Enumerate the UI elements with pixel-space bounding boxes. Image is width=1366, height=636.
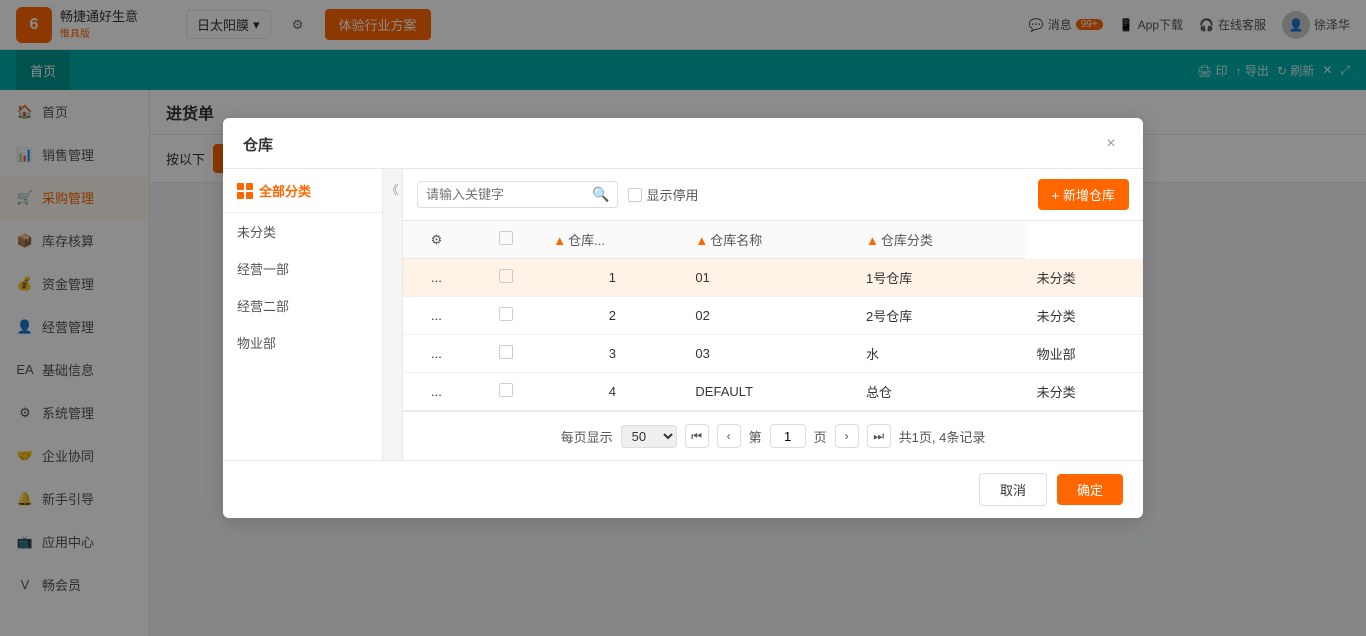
cancel-btn[interactable]: 取消 <box>979 473 1047 506</box>
col-code: ▲仓库... <box>541 221 683 259</box>
row-code: 03 <box>683 335 854 373</box>
row-actions: ... <box>403 297 470 335</box>
table-panel: 🔍 显示停用 + 新增仓库 ⚙ <box>403 169 1143 460</box>
row-num: 3 <box>541 335 683 373</box>
row-name: 水 <box>854 335 1025 373</box>
show-disabled-checkbox[interactable] <box>628 188 642 202</box>
table-header: ⚙ ▲仓库... ▲仓库名称 ▲仓库分类 <box>403 221 1143 259</box>
category-all[interactable]: 全部分类 <box>223 169 382 213</box>
pagination: 每页显示 50 100 200 ⏮ ‹ 第 页 › ⏭ 共1页, 4条记录 <box>403 411 1143 460</box>
row-num: 4 <box>541 373 683 411</box>
search-icon[interactable]: 🔍 <box>592 186 609 203</box>
modal-close-btn[interactable]: × <box>1099 132 1123 156</box>
modal-overlay: 仓库 × 全部分类 未分类 经营一部 经营二部 物业部 《 <box>0 0 1366 636</box>
row-actions: ... <box>403 259 470 297</box>
row-check[interactable] <box>470 259 541 297</box>
search-box: 🔍 <box>417 181 618 208</box>
category-item-dept2[interactable]: 经营二部 <box>223 287 382 324</box>
prev-page-btn[interactable]: ‹ <box>717 424 741 448</box>
category-item-unclassified[interactable]: 未分类 <box>223 213 382 250</box>
row-code: 02 <box>683 297 854 335</box>
row-check[interactable] <box>470 373 541 411</box>
warehouse-modal: 仓库 × 全部分类 未分类 经营一部 经营二部 物业部 《 <box>223 118 1143 518</box>
table-toolbar: 🔍 显示停用 + 新增仓库 <box>403 169 1143 221</box>
category-item-dept1[interactable]: 经营一部 <box>223 250 382 287</box>
table-row[interactable]: ... 3 03 水 物业部 <box>403 335 1143 373</box>
table-scroll: ⚙ ▲仓库... ▲仓库名称 ▲仓库分类 ... 1 01 1号仓库 未分类 <box>403 221 1143 411</box>
next-page-btn[interactable]: › <box>835 424 859 448</box>
row-name: 1号仓库 <box>854 259 1025 297</box>
row-check[interactable] <box>470 335 541 373</box>
col-check <box>470 221 541 259</box>
last-page-btn[interactable]: ⏭ <box>867 424 891 448</box>
show-disabled-label[interactable]: 显示停用 <box>628 185 698 204</box>
table-row[interactable]: ... 4 DEFAULT 总仓 未分类 <box>403 373 1143 411</box>
row-actions: ... <box>403 373 470 411</box>
page-size-select[interactable]: 50 100 200 <box>621 425 677 448</box>
page-input[interactable] <box>770 424 806 448</box>
row-code: DEFAULT <box>683 373 854 411</box>
col-name: ▲仓库名称 <box>683 221 854 259</box>
row-check[interactable] <box>470 297 541 335</box>
table-row[interactable]: ... 2 02 2号仓库 未分类 <box>403 297 1143 335</box>
row-name: 总仓 <box>854 373 1025 411</box>
modal-title: 仓库 <box>243 134 273 155</box>
modal-footer: 取消 确定 <box>223 460 1143 518</box>
row-actions: ... <box>403 335 470 373</box>
add-warehouse-btn[interactable]: + 新增仓库 <box>1038 179 1129 210</box>
row-num: 2 <box>541 297 683 335</box>
confirm-btn[interactable]: 确定 <box>1057 474 1123 505</box>
row-num: 1 <box>541 259 683 297</box>
row-category: 未分类 <box>1025 259 1143 297</box>
row-name: 2号仓库 <box>854 297 1025 335</box>
search-input[interactable] <box>426 187 586 202</box>
modal-header: 仓库 × <box>223 118 1143 169</box>
category-collapse-btn[interactable]: 《 <box>383 169 403 460</box>
grid-icon <box>237 183 253 199</box>
category-panel: 全部分类 未分类 经营一部 经营二部 物业部 <box>223 169 383 460</box>
page-info: 共1页, 4条记录 <box>899 427 986 446</box>
row-code: 01 <box>683 259 854 297</box>
category-item-property[interactable]: 物业部 <box>223 324 382 361</box>
table-row[interactable]: ... 1 01 1号仓库 未分类 <box>403 259 1143 297</box>
row-category: 未分类 <box>1025 297 1143 335</box>
row-category: 未分类 <box>1025 373 1143 411</box>
col-settings: ⚙ <box>403 221 470 259</box>
first-page-btn[interactable]: ⏮ <box>685 424 709 448</box>
warehouse-table: ⚙ ▲仓库... ▲仓库名称 ▲仓库分类 ... 1 01 1号仓库 未分类 <box>403 221 1143 411</box>
modal-body: 全部分类 未分类 经营一部 经营二部 物业部 《 🔍 <box>223 169 1143 460</box>
table-body: ... 1 01 1号仓库 未分类 ... 2 02 2号仓库 未分类 ... … <box>403 259 1143 411</box>
row-category: 物业部 <box>1025 335 1143 373</box>
col-category: ▲仓库分类 <box>854 221 1025 259</box>
